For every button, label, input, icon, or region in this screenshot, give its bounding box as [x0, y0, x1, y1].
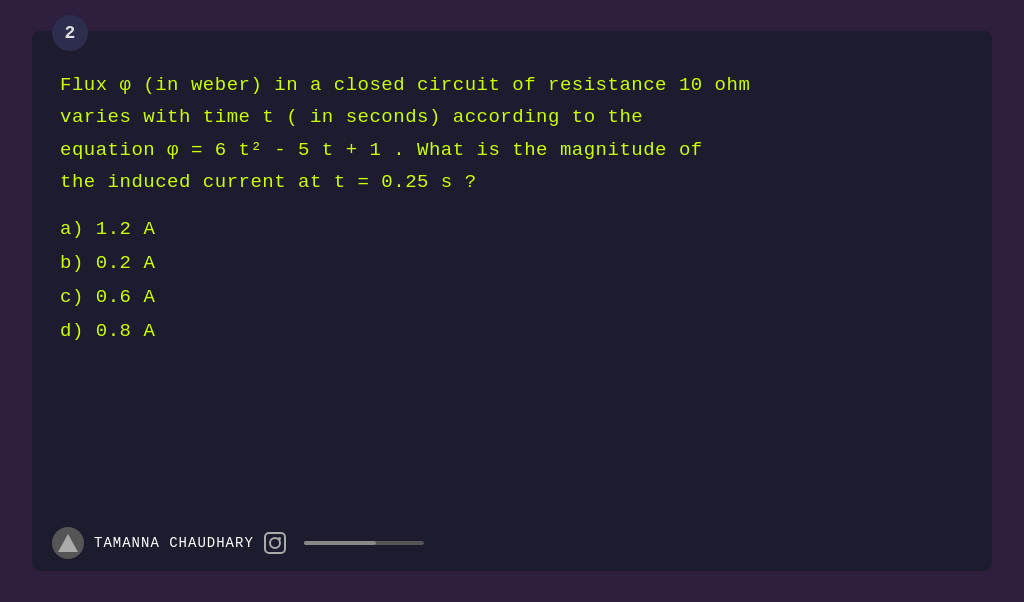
option-b-value: 0.2 A: [96, 252, 156, 274]
option-d-value: 0.8 A: [96, 320, 156, 342]
option-b[interactable]: b) 0.2 A: [60, 252, 964, 274]
option-a-value: 1.2 A: [96, 218, 156, 240]
instagram-icon[interactable]: [264, 532, 286, 554]
play-icon: [58, 534, 78, 552]
channel-name: TAMANNA CHAUDHARY: [94, 535, 254, 551]
option-a-label: a): [60, 218, 84, 240]
progress-bar[interactable]: [304, 541, 424, 545]
avatar: [52, 527, 84, 559]
option-b-label: b): [60, 252, 84, 274]
option-c-value: 0.6 A: [96, 286, 156, 308]
option-c-label: c): [60, 286, 84, 308]
question-line1: Flux φ (in weber) in a closed circuit of…: [60, 74, 750, 96]
question-line4: the induced current at t = 0.25 s ?: [60, 171, 477, 193]
page-background: 2 Flux φ (in weber) in a closed circuit …: [0, 0, 1024, 602]
question-number: 2: [65, 23, 76, 43]
question-line2: varies with time t ( in seconds) accordi…: [60, 106, 643, 128]
option-d-label: d): [60, 320, 84, 342]
options-list: a) 1.2 A b) 0.2 A c) 0.6 A d) 0.8 A: [60, 218, 964, 342]
option-c[interactable]: c) 0.6 A: [60, 286, 964, 308]
option-d[interactable]: d) 0.8 A: [60, 320, 964, 342]
footer: TAMANNA CHAUDHARY: [52, 527, 424, 559]
option-a[interactable]: a) 1.2 A: [60, 218, 964, 240]
progress-fill: [304, 541, 376, 545]
question-text: Flux φ (in weber) in a closed circuit of…: [60, 69, 964, 198]
question-card: 2 Flux φ (in weber) in a closed circuit …: [32, 31, 992, 571]
question-number-badge: 2: [52, 15, 88, 51]
question-line3: equation φ = 6 t² - 5 t + 1 . What is th…: [60, 139, 703, 161]
